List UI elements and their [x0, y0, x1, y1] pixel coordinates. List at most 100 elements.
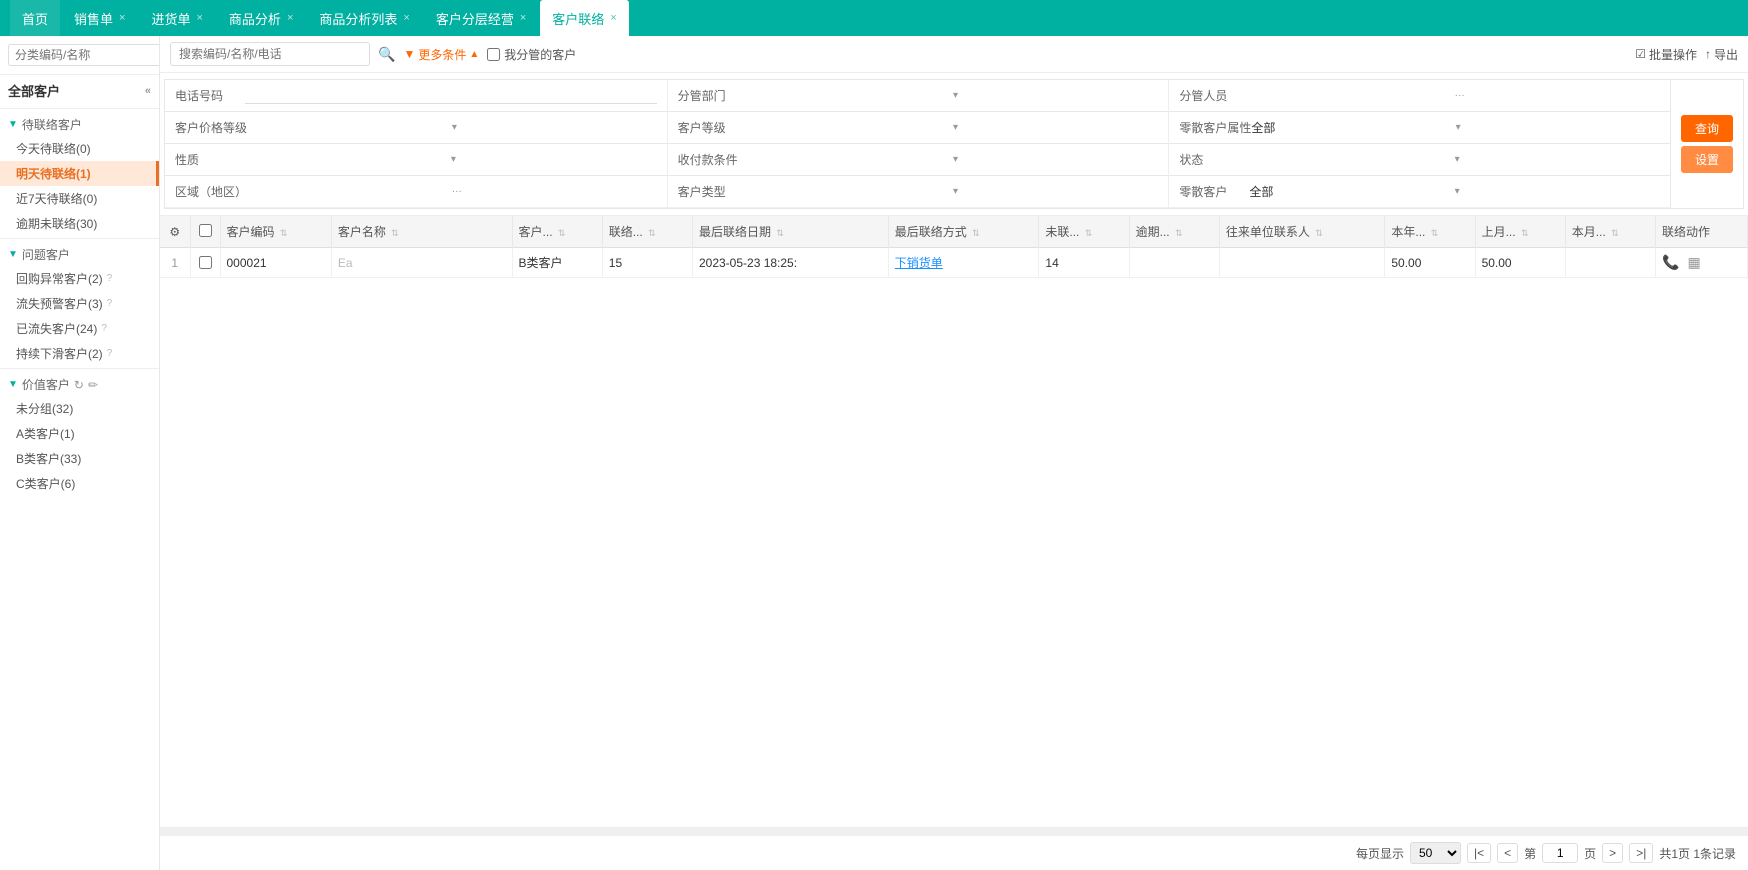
horizontal-scrollbar[interactable]	[160, 827, 1748, 835]
close-sales-order-icon[interactable]: ×	[119, 12, 125, 24]
action-phone-icon[interactable]: 📞	[1662, 254, 1679, 271]
select-all-checkbox[interactable]	[199, 224, 212, 237]
pending-arrow-icon: ▼	[8, 119, 18, 130]
per-page-select[interactable]: 50 100 200	[1410, 842, 1461, 864]
nav-customer-contact[interactable]: 客户联络 ×	[540, 0, 628, 36]
row-checkbox[interactable]	[199, 256, 212, 269]
sidebar-group-value[interactable]: ▼ 价值客户 ↻ ✏	[0, 371, 159, 396]
sidebar-item-repurchase-abnormal[interactable]: 回购异常客户(2) ?	[0, 266, 159, 291]
manager-dots-icon[interactable]: ···	[1455, 90, 1660, 101]
price-tier-caret-icon[interactable]: ▾	[452, 122, 657, 133]
col-not-contact[interactable]: 未联... ⇅	[1039, 216, 1129, 248]
col-type[interactable]: 客户... ⇅	[512, 216, 602, 248]
col-last-contact-method[interactable]: 最后联络方式 ⇅	[888, 216, 1039, 248]
close-customer-tier-icon[interactable]: ×	[520, 12, 526, 24]
help-icon-repurchase[interactable]: ?	[107, 273, 113, 284]
page-input[interactable]	[1542, 843, 1578, 863]
nav-home[interactable]: 首页	[10, 0, 60, 36]
close-customer-contact-icon[interactable]: ×	[610, 12, 616, 24]
cell-check[interactable]	[190, 248, 220, 278]
batch-op-button[interactable]: ☑ 批量操作	[1635, 46, 1697, 63]
col-name[interactable]: 客户名称 ⇅	[331, 216, 512, 248]
sidebar-group-problem[interactable]: ▼ 问题客户	[0, 241, 159, 266]
sidebar-item-class-a[interactable]: A类客户(1)	[0, 421, 159, 446]
close-purchase-order-icon[interactable]: ×	[196, 12, 202, 24]
first-page-button[interactable]: |<	[1467, 843, 1491, 863]
export-button[interactable]: ↑ 导出	[1705, 46, 1738, 63]
last-contact-method-link[interactable]: 下销货单	[895, 256, 943, 270]
customer-type-caret-icon[interactable]: ▾	[953, 186, 1158, 197]
sidebar-item-ungrouped[interactable]: 未分组(32)	[0, 396, 159, 421]
nav-sales-order[interactable]: 销售单 ×	[62, 0, 137, 36]
search-input[interactable]	[170, 42, 370, 66]
sidebar-item-churned[interactable]: 已流失客户(24) ?	[0, 316, 159, 341]
help-icon-decline[interactable]: ?	[107, 348, 113, 359]
col-gear[interactable]: ⚙	[160, 216, 190, 248]
nav-customer-tier[interactable]: 客户分层经营 ×	[424, 0, 538, 36]
customer-tier-caret-icon[interactable]: ▾	[953, 122, 1158, 133]
last-page-button[interactable]: >|	[1629, 843, 1653, 863]
col-last-contact-date[interactable]: 最后联络日期 ⇅	[692, 216, 888, 248]
setting-button[interactable]: 设置	[1681, 146, 1733, 173]
sidebar-item-class-c[interactable]: C类客户(6)	[0, 471, 159, 496]
filter-select-retail-customer[interactable]: 全部 ▾	[1249, 183, 1660, 200]
filter-select-status[interactable]: ▾	[1249, 154, 1660, 165]
sidebar-item-churn-warning[interactable]: 流失预警客户(3) ?	[0, 291, 159, 316]
my-customers-checkbox-label[interactable]: 我分管的客户	[487, 46, 576, 63]
close-product-analysis-list-icon[interactable]: ×	[403, 12, 409, 24]
more-filters-button[interactable]: ▼ 更多条件 ▲	[403, 46, 479, 63]
my-customers-checkbox[interactable]	[487, 48, 500, 61]
nature-caret-icon[interactable]: ▾	[451, 154, 657, 165]
filter-select-payment[interactable]: ▾	[748, 154, 1159, 165]
query-button[interactable]: 查询	[1681, 115, 1733, 142]
filter-select-customer-tier[interactable]: ▾	[748, 122, 1159, 133]
prev-page-button[interactable]: <	[1497, 843, 1518, 863]
help-icon-churned[interactable]: ?	[101, 323, 107, 334]
filter-input-phone[interactable]	[245, 87, 657, 104]
col-this-year[interactable]: 本年... ⇅	[1385, 216, 1475, 248]
retail-customer-caret-icon[interactable]: ▾	[1455, 186, 1660, 197]
help-icon-churn-warning[interactable]: ?	[107, 298, 113, 309]
col-overdue[interactable]: 逾期... ⇅	[1129, 216, 1219, 248]
retail-attr-caret-icon[interactable]: ▾	[1456, 122, 1660, 133]
nav-product-analysis-list[interactable]: 商品分析列表 ×	[307, 0, 421, 36]
filter-select-nature[interactable]: ▾	[245, 154, 657, 165]
dept-caret-icon[interactable]: ▾	[953, 90, 1158, 101]
nav-purchase-order[interactable]: 进货单 ×	[139, 0, 214, 36]
sidebar-item-7day-pending[interactable]: 近7天待联络(0)	[0, 186, 159, 211]
filter-select-manager[interactable]: ···	[1249, 90, 1660, 101]
value-refresh-icon[interactable]: ↻	[74, 378, 84, 392]
col-last-month[interactable]: 上月... ⇅	[1475, 216, 1565, 248]
filter-select-region[interactable]: ···	[247, 186, 657, 197]
payment-caret-icon[interactable]: ▾	[953, 154, 1158, 165]
col-code[interactable]: 客户编码 ⇅	[220, 216, 331, 248]
sidebar-item-continuous-decline[interactable]: 持续下滑客户(2) ?	[0, 341, 159, 366]
sidebar-collapse-icon[interactable]: «	[145, 85, 151, 97]
next-page-button[interactable]: >	[1602, 843, 1623, 863]
col-check[interactable]	[190, 216, 220, 248]
sidebar-group-pending[interactable]: ▼ 待联络客户	[0, 111, 159, 136]
nav-product-analysis[interactable]: 商品分析 ×	[217, 0, 305, 36]
filter-select-retail-attr[interactable]: 全部 ▾	[1251, 119, 1660, 136]
cell-last-contact-method[interactable]: 下销货单	[888, 248, 1039, 278]
sidebar-item-overdue-contact[interactable]: 逾期未联络(30)	[0, 211, 159, 236]
col-this-month[interactable]: 本月... ⇅	[1565, 216, 1655, 248]
sidebar-item-class-b[interactable]: B类客户(33)	[0, 446, 159, 471]
col-partner-contact[interactable]: 往来单位联系人 ⇅	[1219, 216, 1385, 248]
col-contact[interactable]: 联络... ⇅	[602, 216, 692, 248]
filter-select-customer-type[interactable]: ▾	[748, 186, 1159, 197]
search-button[interactable]: 🔍	[378, 46, 395, 63]
action-grid-icon[interactable]: ▦	[1687, 254, 1700, 271]
close-product-analysis-icon[interactable]: ×	[287, 12, 293, 24]
col-action[interactable]: 联络动作	[1656, 216, 1748, 248]
region-dots-icon[interactable]: ···	[452, 186, 657, 197]
sort-icon-last-method: ⇅	[972, 228, 980, 238]
filter-select-dept[interactable]: ▾	[748, 90, 1159, 101]
sidebar-search-input[interactable]	[8, 44, 160, 66]
status-caret-icon[interactable]: ▾	[1455, 154, 1660, 165]
sidebar-all-customers[interactable]: 全部客户 «	[0, 75, 159, 106]
sidebar-item-tomorrow-pending[interactable]: 明天待联络(1)	[0, 161, 159, 186]
filter-select-price-tier[interactable]: ▾	[247, 122, 657, 133]
value-edit-icon[interactable]: ✏	[88, 378, 98, 392]
sidebar-item-today-pending[interactable]: 今天待联络(0)	[0, 136, 159, 161]
